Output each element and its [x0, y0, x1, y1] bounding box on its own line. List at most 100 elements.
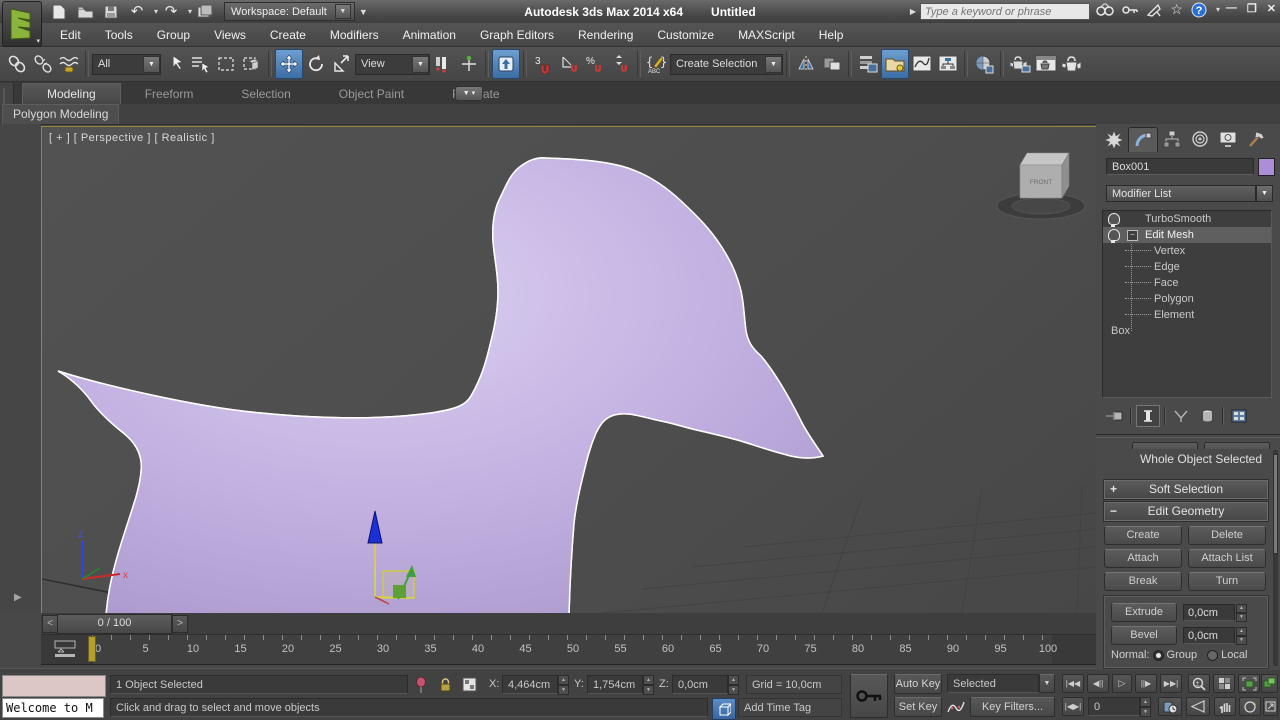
select-object-button[interactable] [161, 50, 187, 78]
menu-graph-editors[interactable]: Graph Editors [468, 25, 566, 45]
communication-center-icon[interactable] [1146, 3, 1162, 17]
ribbon-tab-selection[interactable]: Selection [217, 84, 314, 104]
polygon-modeling-panel-tab[interactable]: Polygon Modeling [2, 104, 120, 124]
ribbon-minimize-dropdown[interactable]: ▼ ▾ [455, 86, 483, 101]
previous-frame-button[interactable]: < [42, 615, 58, 633]
current-frame-spinner[interactable]: ▲ ▼ [1140, 697, 1151, 717]
graphite-modeling-ribbon-toggle[interactable] [881, 49, 909, 79]
editgeo-create-button[interactable]: Create [1104, 526, 1182, 545]
object-name-field[interactable]: Box001 [1106, 158, 1254, 175]
viewcube[interactable]: FRONT [996, 151, 1086, 220]
timeline-playhead[interactable] [88, 636, 96, 662]
search-flyout-arrow[interactable]: ▶ [910, 7, 916, 16]
mirror-button[interactable] [793, 50, 819, 78]
go-to-end-button[interactable]: ▶▶| [1160, 674, 1182, 693]
time-slider-track[interactable]: < 0 / 100 > [41, 613, 1096, 635]
search-binoculars-icon[interactable] [1096, 3, 1115, 17]
keyboard-shortcut-override-toggle[interactable] [492, 49, 520, 79]
pan-view-button[interactable] [1214, 697, 1236, 716]
modifier-stack[interactable]: TurboSmooth − Edit Mesh Vertex Edge Face Polyg… [1102, 210, 1272, 398]
zoom-tool-button[interactable]: ± [1188, 674, 1210, 693]
new-file-button[interactable] [48, 3, 70, 21]
rectangular-selection-region-button[interactable] [213, 50, 239, 78]
zoom-extents-button[interactable] [1238, 674, 1260, 693]
snaps-toggle-3d-button[interactable]: 3 [530, 50, 556, 78]
select-by-name-button[interactable] [187, 50, 213, 78]
edit-geometry-rollout[interactable]: − Edit Geometry [1103, 501, 1269, 522]
named-selection-sets-dropdown[interactable]: Create Selection Se ▼ [670, 53, 783, 75]
select-and-link-button[interactable] [4, 50, 30, 78]
maxscript-mini-listener[interactable] [2, 675, 106, 697]
add-time-tag-field[interactable]: Add Time Tag [738, 698, 842, 717]
set-keys-button[interactable] [850, 674, 888, 718]
editgeo-turn-button[interactable]: Turn [1188, 572, 1266, 591]
normal-group-radio[interactable] [1152, 649, 1164, 661]
editgeo-break-button[interactable]: Break [1104, 572, 1182, 591]
menu-tools[interactable]: Tools [93, 25, 145, 45]
maximize-viewport-toggle-button[interactable] [1263, 697, 1278, 716]
stack-item-polygon[interactable]: Polygon [1103, 291, 1271, 307]
remove-modifier-button[interactable] [1196, 406, 1218, 426]
spinner-snap-toggle-button[interactable] [608, 50, 634, 78]
editgeo-delete-button[interactable]: Delete [1188, 526, 1266, 545]
angle-snap-toggle-button[interactable] [556, 50, 582, 78]
menu-help[interactable]: Help [807, 25, 856, 45]
select-and-rotate-button[interactable] [303, 50, 329, 78]
material-editor-button[interactable] [971, 50, 997, 78]
modifier-visibility-bulb-icon[interactable] [1108, 229, 1120, 243]
key-scope-dropdown[interactable]: Selected [947, 674, 1039, 693]
keyword-search-input[interactable] [920, 3, 1090, 20]
next-frame-step-button[interactable]: ||▶ [1135, 674, 1157, 693]
schematic-view-button[interactable] [935, 50, 961, 78]
soft-selection-rollout[interactable]: + Soft Selection [1103, 479, 1269, 500]
default-tangent-curve-icon[interactable] [946, 697, 966, 717]
panel-scrollbar-thumb[interactable] [1273, 454, 1278, 554]
menu-edit[interactable]: Edit [48, 25, 93, 45]
track-bar[interactable]: 0 5 10 15 20 25 30 35 40 45 50 55 60 65 70 75 80 85 90 95 10… [41, 635, 1096, 665]
manage-layers-button[interactable] [855, 50, 881, 78]
menu-group[interactable]: Group [145, 25, 202, 45]
orbit-view-button[interactable] [1239, 697, 1261, 716]
tab-display[interactable] [1214, 127, 1242, 151]
modifier-list-dropdown[interactable]: Modifier List [1106, 185, 1256, 202]
render-setup-button[interactable] [1007, 50, 1033, 78]
menu-views[interactable]: Views [202, 25, 258, 45]
tab-create[interactable] [1100, 127, 1128, 151]
stack-item-element[interactable]: Element [1103, 307, 1271, 323]
stack-item-box[interactable]: Box [1103, 323, 1271, 339]
help-icon[interactable]: ? [1191, 2, 1208, 18]
editgeo-attach-button[interactable]: Attach [1104, 549, 1182, 568]
selection-filter-dropdown[interactable]: All ▼ [92, 53, 161, 75]
extrude-button[interactable]: Extrude [1111, 603, 1177, 622]
stack-item-edge[interactable]: Edge [1103, 259, 1271, 275]
stack-item-turbosmooth[interactable]: TurboSmooth [1103, 211, 1271, 227]
make-unique-button[interactable] [1170, 406, 1192, 426]
unlink-selection-button[interactable] [30, 50, 56, 78]
percent-snap-toggle-button[interactable]: % [582, 50, 608, 78]
redo-button[interactable]: ↷ [160, 3, 182, 21]
absolute-offset-mode-toggle-icon[interactable] [460, 675, 478, 694]
set-key-button[interactable]: Set Key [894, 697, 942, 717]
restore-button[interactable]: ❐ [1247, 2, 1257, 15]
extrude-spinner[interactable]: ▲ ▼ [1236, 604, 1247, 622]
workspace-dropdown-arrow-icon[interactable]: ▼ [334, 4, 351, 19]
go-to-start-button[interactable]: |◀◀ [1062, 674, 1084, 693]
menu-rendering[interactable]: Rendering [566, 25, 645, 45]
open-file-button[interactable] [74, 3, 96, 21]
extrude-amount-field[interactable]: 0,0cm [1183, 604, 1235, 621]
ribbon-tab-object-paint[interactable]: Object Paint [315, 84, 428, 104]
tab-motion[interactable] [1186, 127, 1214, 151]
maxscript-listener-line[interactable]: Welcome to M [2, 698, 104, 718]
bevel-amount-field[interactable]: 0,0cm [1183, 627, 1235, 644]
perspective-viewport[interactable]: z x FRONT [ + ] [ Perspective ] [ Realis… [41, 126, 1097, 616]
tab-modify[interactable] [1128, 127, 1158, 152]
selection-lock-toggle-icon[interactable] [436, 675, 454, 694]
align-button[interactable] [819, 50, 845, 78]
expand-tray-arrow-icon[interactable]: ▶ [14, 592, 22, 603]
play-animation-button[interactable]: ▷ [1112, 674, 1132, 693]
time-configuration-button[interactable] [1158, 697, 1182, 716]
zoom-all-button[interactable] [1213, 674, 1235, 693]
modifier-visibility-bulb-icon[interactable] [1108, 213, 1120, 227]
sign-in-key-icon[interactable] [1122, 3, 1139, 17]
duck-model-mesh[interactable] [57, 157, 825, 616]
